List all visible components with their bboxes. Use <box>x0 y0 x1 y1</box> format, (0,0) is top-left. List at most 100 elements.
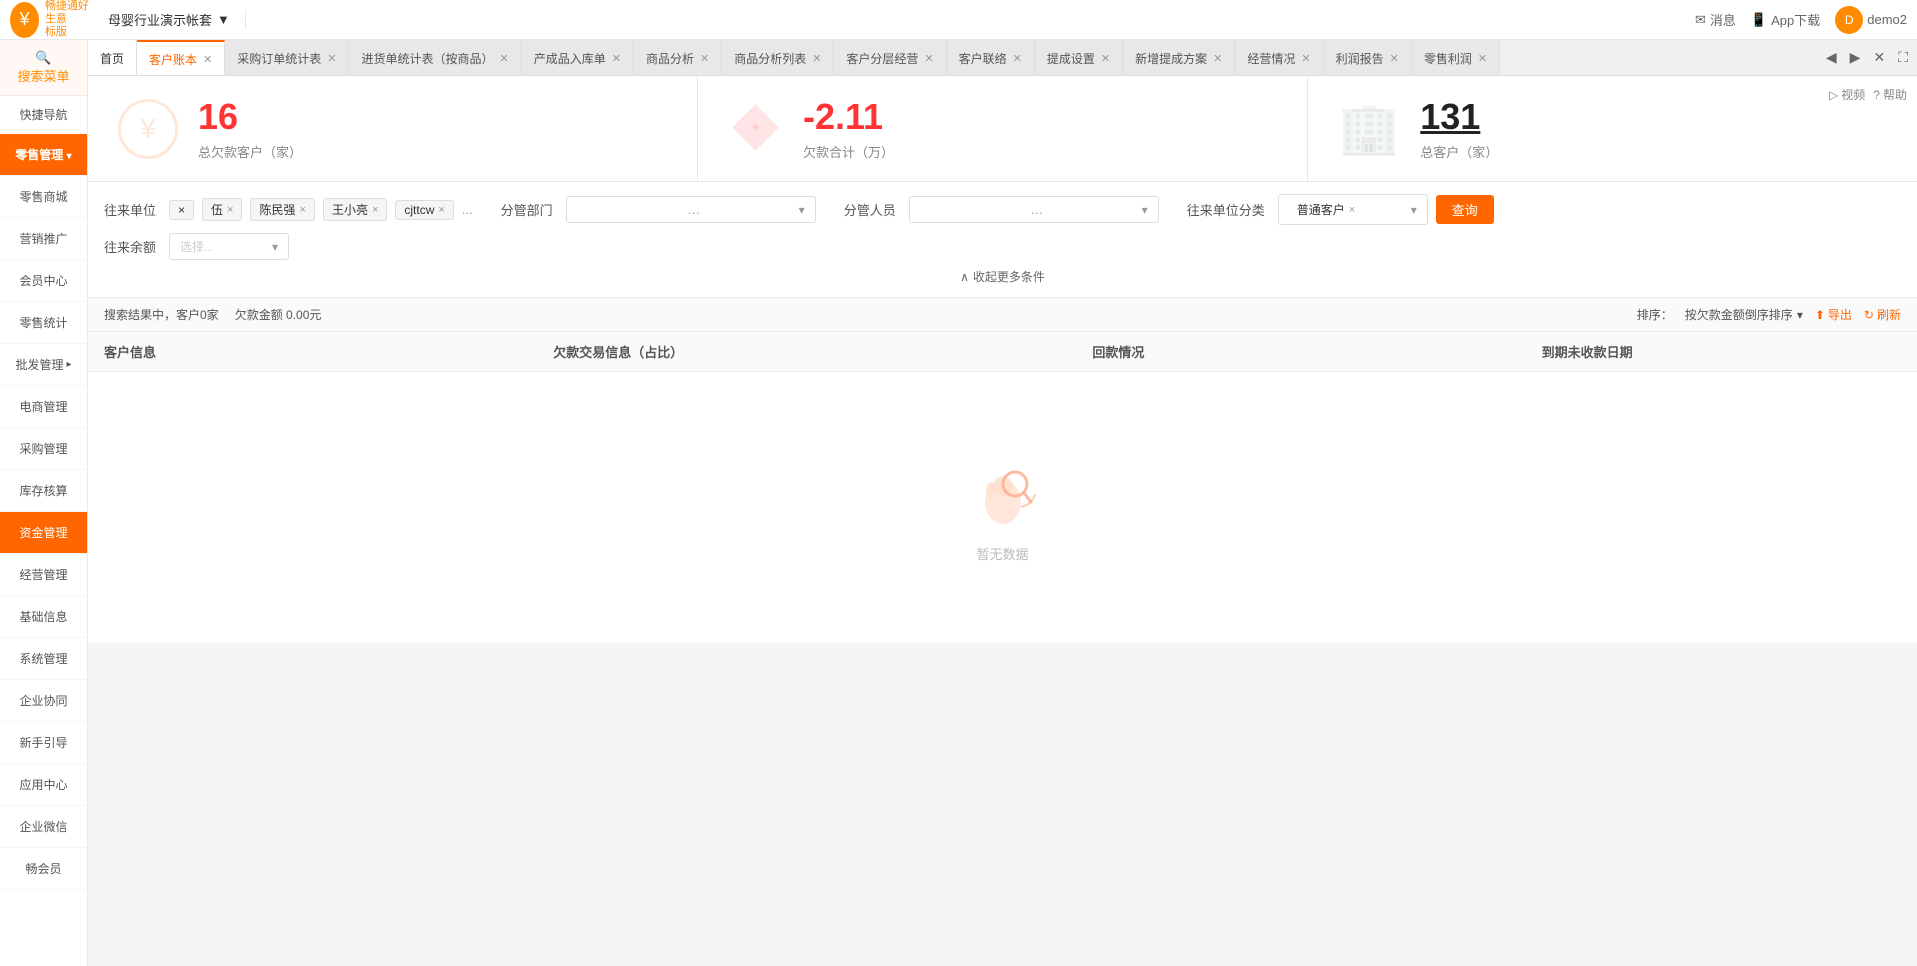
help-btn[interactable]: ? 帮助 <box>1873 86 1907 103</box>
tab-close-icon[interactable]: ✕ <box>500 52 509 65</box>
tab-close-icon[interactable]: ✕ <box>924 52 933 65</box>
collapse-button[interactable]: ∧ 收起更多条件 <box>960 268 1045 285</box>
chevron-up-icon: ∧ <box>960 270 969 284</box>
stat-value-total-customers: 131 <box>1420 96 1498 138</box>
sidebar-item-label: 企业协同 <box>19 694 67 708</box>
sidebar-item-operations-mgmt[interactable]: 经营管理 <box>0 554 87 596</box>
sidebar-item-sys-mgmt[interactable]: 系统管理 <box>0 638 87 680</box>
filter-tag-wang[interactable]: 王小亮 × <box>323 198 387 221</box>
refresh-button[interactable]: ↻ 刷新 <box>1864 306 1901 323</box>
filter-dept-select[interactable]: … ▾ <box>566 196 816 223</box>
tab-close-icon[interactable]: ✕ <box>327 52 336 65</box>
sidebar-item-label: 采购管理 <box>19 442 67 456</box>
sidebar-search[interactable]: 🔍 搜索菜单 <box>0 40 87 96</box>
tab-goods-analysis[interactable]: 商品分析 ✕ <box>634 40 722 75</box>
sidebar-item-retail-mall[interactable]: 零售商城 <box>0 176 87 218</box>
video-label: 视频 <box>1841 86 1865 103</box>
tab-close-icon[interactable]: ✕ <box>612 52 621 65</box>
tab-production[interactable]: 产成品入库单 ✕ <box>522 40 634 75</box>
remove-wang-btn[interactable]: × <box>372 204 378 216</box>
collapse-label: 收起更多条件 <box>973 268 1045 285</box>
tab-customer-contact[interactable]: 客户联络 ✕ <box>947 40 1035 75</box>
stat-info-debt-amount: -2.11 欠款合计（万） <box>803 96 894 161</box>
tab-close-icon[interactable]: ✕ <box>1213 52 1222 65</box>
tab-scroll-left-btn[interactable]: ◀ <box>1822 47 1841 68</box>
video-btn[interactable]: ▷ 视频 <box>1829 86 1865 103</box>
sidebar-item-app-center[interactable]: 应用中心 <box>0 764 87 806</box>
tab-goods-list[interactable]: 商品分析列表 ✕ <box>722 40 834 75</box>
tab-close-icon[interactable]: ✕ <box>1013 52 1022 65</box>
tab-stock-stats[interactable]: 进货单统计表（按商品） ✕ <box>349 40 521 75</box>
refresh-icon: ↻ <box>1864 308 1874 322</box>
tab-retail-profit[interactable]: 零售利润 ✕ <box>1412 40 1500 75</box>
tab-new-raise[interactable]: 新增提成方案 ✕ <box>1123 40 1235 75</box>
message-btn[interactable]: ✉ 消息 <box>1695 10 1736 29</box>
chevron-down-icon: ▾ <box>272 240 278 254</box>
tab-close-icon[interactable]: ✕ <box>1301 52 1310 65</box>
sidebar-item-retail-mgmt[interactable]: 零售管理 ▾ <box>0 134 87 176</box>
top-center: 母婴行业演示帐套 ▼ <box>98 10 1695 29</box>
tab-purchase-orders[interactable]: 采购订单统计表 ✕ <box>225 40 349 75</box>
tab-close-icon[interactable]: ✕ <box>203 53 212 66</box>
sidebar-item-batch-mgmt[interactable]: 批发管理 ▸ <box>0 344 87 386</box>
tab-customers[interactable]: 客户账本 ✕ <box>137 40 225 75</box>
sidebar-item-label: 零售统计 <box>19 316 67 330</box>
empty-state-text: 暂无数据 <box>976 544 1028 563</box>
filter-tag-cjttcw[interactable]: cjttcw × <box>395 200 453 220</box>
sidebar-item-enterprise-wechat[interactable]: 企业微信 <box>0 806 87 848</box>
filter-tag-wu[interactable]: 伍 × <box>202 198 242 221</box>
sidebar-item-enterprise-collab[interactable]: 企业协同 <box>0 680 87 722</box>
search-icon: 🔍 <box>35 50 51 65</box>
sidebar-item-ecommerce[interactable]: 电商管理 <box>0 386 87 428</box>
filter-tag-all[interactable]: × <box>169 200 194 220</box>
sort-select[interactable]: 按欠款金额倒序排序 ▾ <box>1685 306 1803 323</box>
app-download-btn[interactable]: 📱 App下载 <box>1751 10 1820 29</box>
sidebar-item-inventory[interactable]: 库存核算 <box>0 470 87 512</box>
sidebar-item-retail-stats[interactable]: 零售统计 <box>0 302 87 344</box>
remove-normal-customer-btn[interactable]: × <box>1349 204 1355 216</box>
tab-controls: ◀ ▶ ✕ ⛶ <box>1817 40 1917 75</box>
sidebar-item-new-guide[interactable]: 新手引导 <box>0 722 87 764</box>
sidebar-item-purchase-mgmt[interactable]: 采购管理 <box>0 428 87 470</box>
tab-close-icon[interactable]: ✕ <box>1478 52 1487 65</box>
remove-cjttcw-btn[interactable]: × <box>438 204 444 216</box>
tab-customer-segment[interactable]: 客户分层经营 ✕ <box>834 40 946 75</box>
tab-operations[interactable]: 经营情况 ✕ <box>1235 40 1323 75</box>
tab-close-icon[interactable]: ✕ <box>1101 52 1110 65</box>
filter-remainder-select[interactable]: 选择... ▾ <box>169 233 289 260</box>
tab-scroll-right-btn[interactable]: ▶ <box>1846 47 1865 68</box>
tab-home[interactable]: 首页 <box>88 40 137 75</box>
filter-more-btn[interactable]: ... <box>462 202 473 217</box>
tab-menu-btn[interactable]: ✕ <box>1869 47 1889 68</box>
tab-close-icon[interactable]: ✕ <box>1390 52 1399 65</box>
sidebar-item-finance[interactable]: 资金管理 <box>0 512 87 554</box>
stat-actions: ▷ 视频 ? 帮助 <box>1829 86 1907 103</box>
tab-label: 首页 <box>100 50 124 67</box>
sidebar-item-marketing[interactable]: 营销推广 <box>0 218 87 260</box>
tab-profit-report[interactable]: 利润报告 ✕ <box>1324 40 1412 75</box>
tabs-scroll: 首页 客户账本 ✕ 采购订单统计表 ✕ 进货单统计表（按商品） ✕ 产成品入库单… <box>88 40 1817 75</box>
tab-label: 零售利润 <box>1424 50 1472 67</box>
sidebar-item-vip-member[interactable]: 畅会员 <box>0 848 87 890</box>
filter-person-select[interactable]: … ▾ <box>909 196 1159 223</box>
export-button[interactable]: ⬆ 导出 <box>1815 306 1852 323</box>
remove-wu-btn[interactable]: × <box>227 204 233 216</box>
remove-chen-btn[interactable]: × <box>300 204 306 216</box>
tab-raise-settings[interactable]: 提成设置 ✕ <box>1035 40 1123 75</box>
filter-unit-label: 往来单位 <box>104 200 156 219</box>
logo-text: 畅捷通好生意 标版 <box>45 0 98 39</box>
tab-fullscreen-btn[interactable]: ⛶ <box>1894 47 1912 68</box>
filter-tag-chen[interactable]: 陈民强 × <box>250 198 314 221</box>
sidebar-item-basic-info[interactable]: 基础信息 <box>0 596 87 638</box>
stat-info-debt-customers: 16 总欠款客户（家） <box>198 96 302 161</box>
quick-nav[interactable]: 快捷导航 <box>0 96 87 134</box>
filter-unit-class-select[interactable]: 普通客户 × ▾ <box>1278 194 1428 225</box>
sidebar-item-members[interactable]: 会员中心 <box>0 260 87 302</box>
filter-dept-label: 分管部门 <box>501 200 553 219</box>
search-button[interactable]: 查询 <box>1436 195 1494 224</box>
tab-close-icon[interactable]: ✕ <box>700 52 709 65</box>
user-menu[interactable]: D demo2 <box>1835 6 1907 34</box>
account-selector[interactable]: 母婴行业演示帐套 ▼ <box>98 10 246 29</box>
tab-label: 客户联络 <box>959 50 1007 67</box>
tab-close-icon[interactable]: ✕ <box>812 52 821 65</box>
